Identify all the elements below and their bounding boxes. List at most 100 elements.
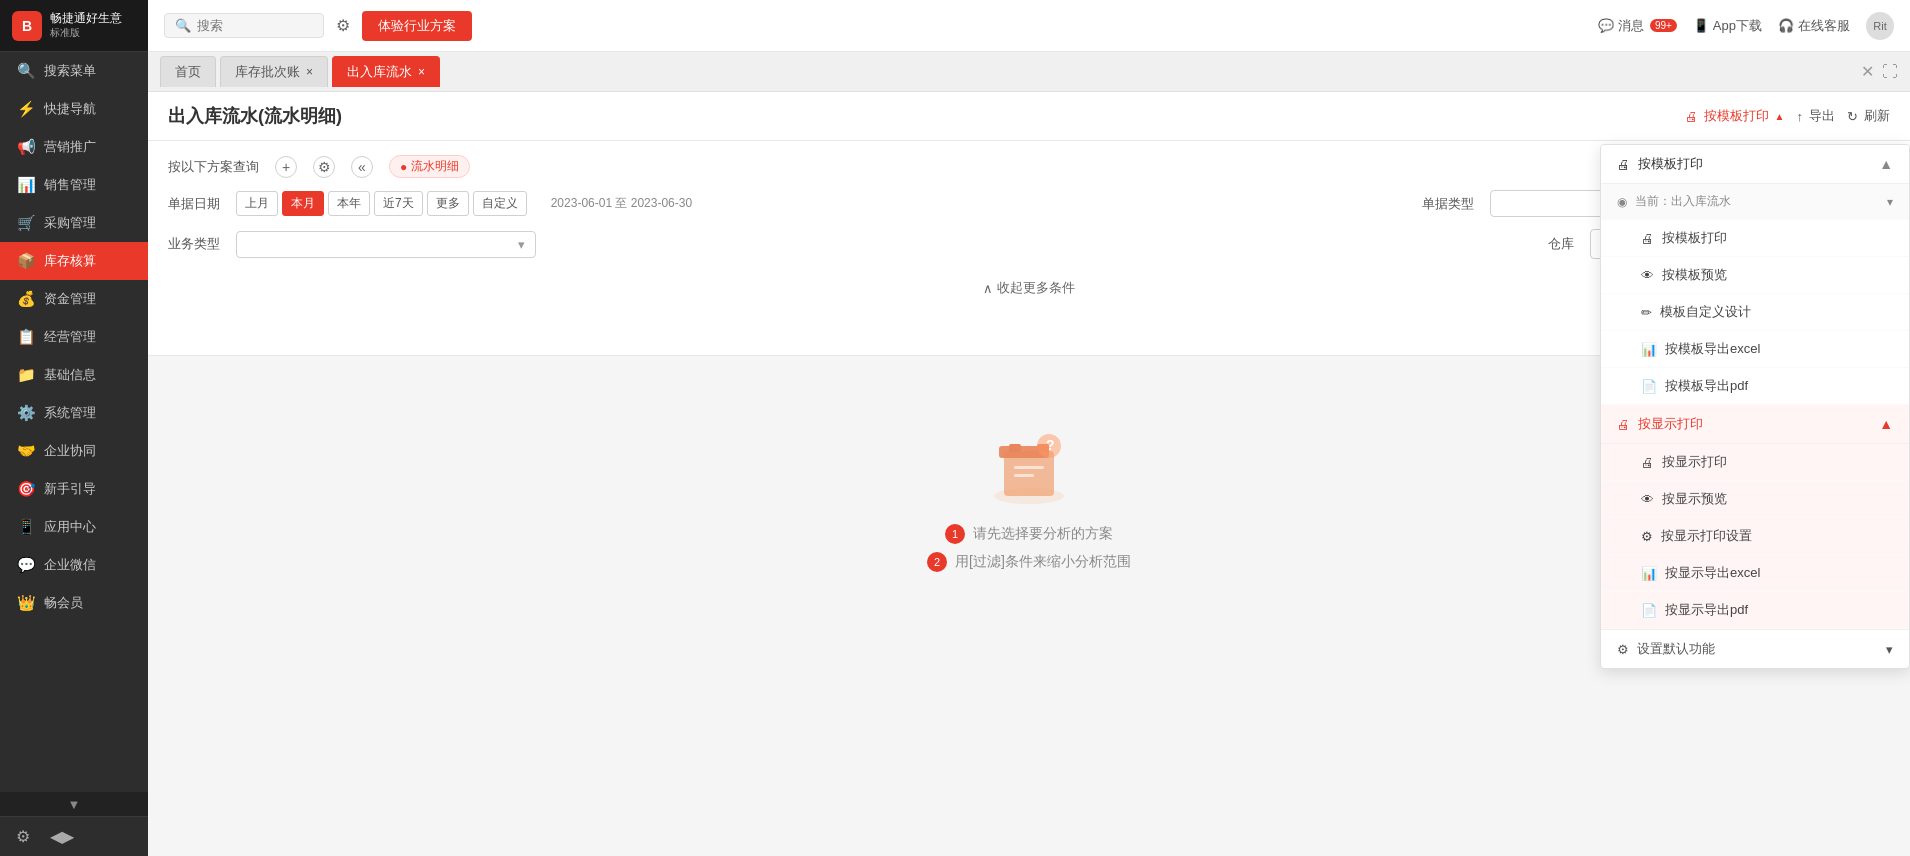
filter-collapse-btn[interactable]: « [351,156,373,178]
trial-btn[interactable]: 体验行业方案 [362,11,472,41]
sidebar-item-search[interactable]: 🔍 搜索菜单 [0,52,148,90]
template-print-toggle-icon: ▲ [1879,156,1893,172]
sidebar-item-sales[interactable]: 📊 销售管理 [0,166,148,204]
type-select[interactable]: ▾ [236,231,536,258]
step-2-num: 2 [927,552,947,572]
sidebar-scroll-down[interactable]: ▼ [0,792,148,816]
tab-home[interactable]: 首页 [160,56,216,87]
sidebar-item-guide[interactable]: 🎯 新手引导 [0,470,148,508]
export-btn[interactable]: ↑ 导出 [1797,107,1836,125]
doc-type-label: 单据类型 [1422,195,1474,213]
display-excel-label: 按显示导出excel [1665,564,1760,582]
template-print-header-label: 按模板打印 [1638,155,1703,173]
collapse-more-icon: ∧ [983,281,993,296]
quick-nav-icon: ⚡ [16,100,36,118]
sidebar-item-wechat[interactable]: 💬 企业微信 [0,546,148,584]
empty-step-1: 1 请先选择要分析的方案 [945,524,1113,544]
dropdown-item-display-pdf[interactable]: 📄 按显示导出pdf [1601,592,1909,629]
tab-flow-close[interactable]: × [418,65,425,79]
refresh-btn[interactable]: ↻ 刷新 [1847,107,1890,125]
sidebar-item-member[interactable]: 👑 畅会员 [0,584,148,622]
service-icon: 🎧 [1778,18,1794,33]
template-excel-icon: 📊 [1641,342,1657,357]
dropdown-item-template-custom[interactable]: ✏ 模板自定义设计 [1601,294,1909,331]
filter-tag-icon: ● [400,160,407,174]
date-label: 单据日期 [168,195,220,213]
display-preview-icon: 👁 [1641,492,1654,507]
date-btn-more[interactable]: 更多 [427,191,469,216]
print-template-btn[interactable]: 🖨 按模板打印 ▲ [1685,107,1785,125]
tab-batch-close[interactable]: × [306,65,313,79]
date-buttons: 上月 本月 本年 近7天 更多 自定义 [236,191,527,216]
dropdown-item-template-pdf[interactable]: 📄 按模板导出pdf [1601,368,1909,405]
settings-bottom-icon[interactable]: ⚙ [16,827,30,846]
app-download-btn[interactable]: 📱 App下载 [1693,17,1762,35]
sidebar-item-base[interactable]: 📁 基础信息 [0,356,148,394]
dropdown-item-display-settings[interactable]: ⚙ 按显示打印设置 [1601,518,1909,555]
tab-flow[interactable]: 出入库流水 × [332,56,440,87]
date-btn-custom[interactable]: 自定义 [473,191,527,216]
tab-close-all-icon[interactable]: ✕ [1861,62,1874,81]
date-btn-last-month[interactable]: 上月 [236,191,278,216]
step-2-text: 用[过滤]条件来缩小分析范围 [955,553,1131,571]
dropdown-item-template-print[interactable]: 🖨 按模板打印 [1601,220,1909,257]
template-pdf-label: 按模板导出pdf [1665,377,1748,395]
tab-batch-label: 库存批次账 [235,63,300,81]
display-print-section-header[interactable]: 🖨 按显示打印 ▲ [1601,405,1909,444]
guide-icon: 🎯 [16,480,36,498]
empty-step-2: 2 用[过滤]条件来缩小分析范围 [927,552,1131,572]
search-input[interactable] [197,18,313,33]
header-search-box[interactable]: 🔍 [164,13,324,38]
display-print-header-label: 按显示打印 [1638,415,1703,433]
dropdown-footer[interactable]: ⚙ 设置默认功能 ▾ [1601,629,1909,668]
display-pdf-label: 按显示导出pdf [1665,601,1748,619]
dropdown-item-display-preview[interactable]: 👁 按显示预览 [1601,481,1909,518]
filter-config-btn[interactable]: ⚙ [313,156,335,178]
sidebar-item-quick-nav[interactable]: ⚡ 快捷导航 [0,90,148,128]
date-btn-this-month[interactable]: 本月 [282,191,324,216]
template-print-section-header[interactable]: 🖨 按模板打印 ▲ [1601,145,1909,184]
user-avatar[interactable]: Rit [1866,12,1894,40]
sidebar-item-inventory[interactable]: 📦 库存核算 [0,242,148,280]
wechat-icon: 💬 [16,556,36,574]
refresh-icon: ↻ [1847,109,1858,124]
filter-tag-detail[interactable]: ● 流水明细 [389,155,470,178]
tab-batch[interactable]: 库存批次账 × [220,56,328,87]
sidebar-item-operation[interactable]: 📋 经营管理 [0,318,148,356]
message-btn[interactable]: 💬 消息 99+ [1598,17,1677,35]
purchase-icon: 🛒 [16,214,36,232]
base-icon: 📁 [16,366,36,384]
dropdown-item-display-excel[interactable]: 📊 按显示导出excel [1601,555,1909,592]
sidebar-item-system[interactable]: ⚙️ 系统管理 [0,394,148,432]
dropdown-item-template-excel[interactable]: 📊 按模板导出excel [1601,331,1909,368]
tab-expand-icon[interactable]: ⛶ [1882,63,1898,81]
sidebar-item-collab[interactable]: 🤝 企业协同 [0,432,148,470]
sidebar-item-purchase[interactable]: 🛒 采购管理 [0,204,148,242]
filter-add-btn[interactable]: + [275,156,297,178]
step-1-text: 请先选择要分析的方案 [973,525,1113,543]
inventory-icon: 📦 [16,252,36,270]
current-template-item[interactable]: ◉ 当前：出入库流水 ▾ [1601,184,1909,220]
date-btn-7-days[interactable]: 近7天 [374,191,423,216]
sidebar-item-marketing[interactable]: 📢 营销推广 [0,128,148,166]
sidebar-logo: B 畅捷通好生意 标准版 [0,0,148,52]
empty-illustration: ? [979,416,1079,516]
sidebar-item-appstore[interactable]: 📱 应用中心 [0,508,148,546]
member-icon: 👑 [16,594,36,612]
app-download-label: App下载 [1713,17,1762,35]
sidebar-item-finance[interactable]: 💰 资金管理 [0,280,148,318]
finance-icon: 💰 [16,290,36,308]
collapse-icon[interactable]: ◀▶ [50,827,74,846]
dropdown-item-display-print[interactable]: 🖨 按显示打印 [1601,444,1909,481]
online-service-btn[interactable]: 🎧 在线客服 [1778,17,1850,35]
main-content: 🔍 ⚙ 体验行业方案 💬 消息 99+ 📱 App下载 🎧 在线客服 Rit [148,0,1910,856]
print-dropdown-panel: 🖨 按模板打印 ▲ ◉ 当前：出入库流水 ▾ 🖨 按模板打印 👁 按模板预览 [1600,144,1910,669]
template-print-item-icon: 🖨 [1641,231,1654,246]
template-custom-icon: ✏ [1641,305,1652,320]
tab-home-label: 首页 [175,63,201,81]
date-btn-this-year[interactable]: 本年 [328,191,370,216]
header-gear-icon[interactable]: ⚙ [336,16,350,35]
dropdown-item-template-preview[interactable]: 👁 按模板预览 [1601,257,1909,294]
username-display: Rit [1873,20,1886,32]
footer-chevron-icon: ▾ [1886,642,1893,657]
